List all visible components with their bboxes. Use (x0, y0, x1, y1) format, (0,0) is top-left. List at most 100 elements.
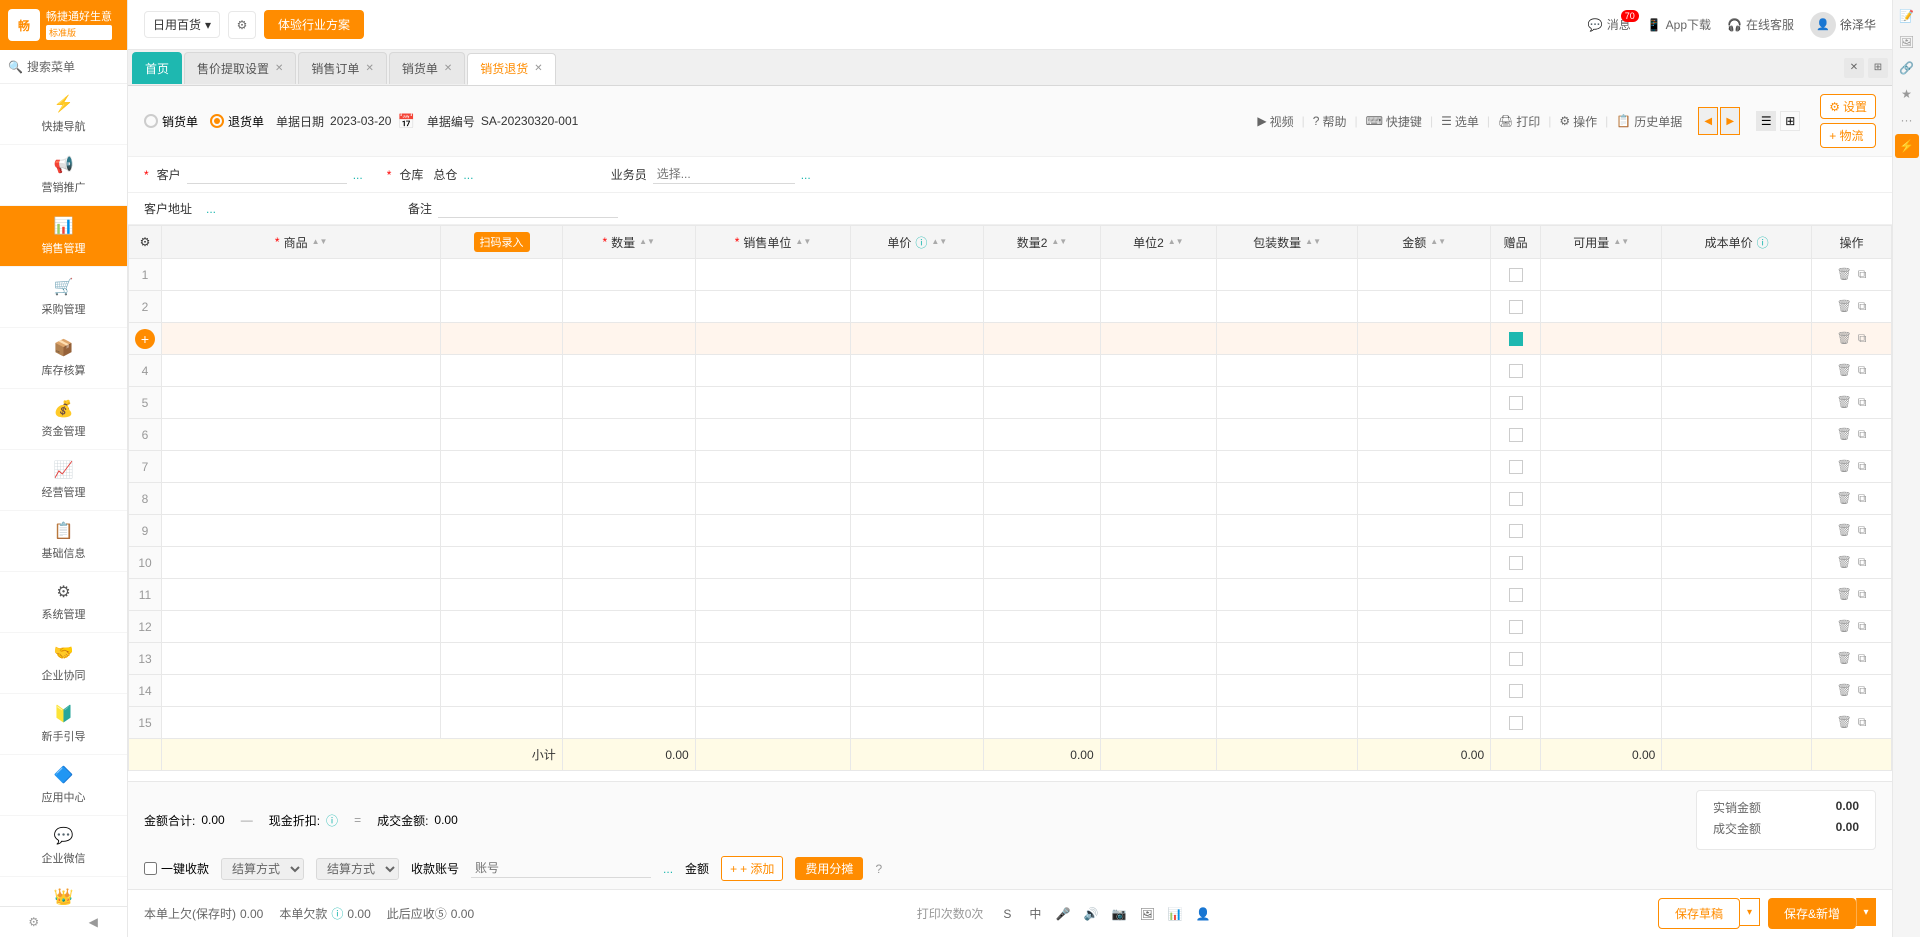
cell-avail-12[interactable] (1541, 611, 1662, 643)
view-list-btn[interactable]: ☰ (1756, 111, 1776, 131)
cost-info-icon[interactable]: ⓘ (1757, 234, 1769, 251)
cell-unit-11[interactable] (695, 579, 851, 611)
tool-voice-icon[interactable]: 🔊 (1079, 902, 1103, 926)
gift-checkbox-14[interactable] (1509, 684, 1523, 698)
pkg-sort-icon[interactable]: ▲▼ (1305, 239, 1321, 245)
cell-cost-4[interactable] (1662, 355, 1812, 387)
cell-price-15[interactable] (851, 707, 984, 739)
cell-product-11[interactable] (162, 579, 441, 611)
gift-checkbox-6[interactable] (1509, 428, 1523, 442)
product-input-${i}[interactable] (168, 332, 434, 346)
sidebar-collapse-btn[interactable]: ◀ (68, 915, 120, 929)
gift-checkbox-9[interactable] (1509, 524, 1523, 538)
cell-pkg-10[interactable] (1217, 547, 1358, 579)
copy-row-icon-13[interactable]: ⧉ (1858, 651, 1867, 666)
cell-qty2-6[interactable] (984, 419, 1100, 451)
cell-cost-10[interactable] (1662, 547, 1812, 579)
qty2-sort-icon[interactable]: ▲▼ (1051, 239, 1067, 245)
cell-qty2-8[interactable] (984, 483, 1100, 515)
cell-qty-8[interactable] (562, 483, 695, 515)
calendar-icon[interactable]: 📅 (397, 113, 414, 130)
cell-cost-6[interactable] (1662, 419, 1812, 451)
cell-pkg-1[interactable] (1217, 259, 1358, 291)
warehouse-dots[interactable]: ... (463, 168, 473, 182)
cell-gift-10[interactable] (1491, 547, 1541, 579)
gift-checkbox-3[interactable] (1509, 332, 1523, 346)
cell-pkg-2[interactable] (1217, 291, 1358, 323)
cell-qty-11[interactable] (562, 579, 695, 611)
close-all-tabs-btn[interactable]: ✕ (1844, 58, 1864, 78)
next-record-btn[interactable]: ▶ (1720, 107, 1740, 135)
view-grid-btn[interactable]: ⊞ (1780, 111, 1800, 131)
cell-price-2[interactable] (851, 291, 984, 323)
delete-row-icon-11[interactable]: 🗑 (1837, 587, 1852, 602)
cell-pkg-11[interactable] (1217, 579, 1358, 611)
user-menu[interactable]: 👤 徐泽华 (1810, 12, 1876, 38)
cell-unit-6[interactable] (695, 419, 851, 451)
sidebar-item-member[interactable]: 👑 畅会员 (0, 877, 127, 906)
cell-unit2-10[interactable] (1100, 547, 1216, 579)
cell-qty2-11[interactable] (984, 579, 1100, 611)
cell-avail-10[interactable] (1541, 547, 1662, 579)
gift-checkbox-7[interactable] (1509, 460, 1523, 474)
right-panel-star-icon[interactable]: ★ (1895, 82, 1919, 106)
cell-avail-5[interactable] (1541, 387, 1662, 419)
cell-product-6[interactable] (162, 419, 441, 451)
cell-gift-7[interactable] (1491, 451, 1541, 483)
cell-qty2-13[interactable] (984, 643, 1100, 675)
cell-gift-12[interactable] (1491, 611, 1541, 643)
cell-price-4[interactable] (851, 355, 984, 387)
cell-qty-10[interactable] (562, 547, 695, 579)
calc-method-select[interactable]: 结算方式 (316, 858, 399, 880)
cell-qty2-14[interactable] (984, 675, 1100, 707)
cell-amount-15[interactable] (1358, 707, 1491, 739)
cell-cost-2[interactable] (1662, 291, 1812, 323)
cell-qty2-3[interactable] (984, 323, 1100, 355)
tool-s-icon[interactable]: S (995, 902, 1019, 926)
cell-qty2-10[interactable] (984, 547, 1100, 579)
delete-row-icon-2[interactable]: 🗑 (1837, 299, 1852, 314)
cell-gift-3[interactable] (1491, 323, 1541, 355)
cell-qty-13[interactable] (562, 643, 695, 675)
cell-price-5[interactable] (851, 387, 984, 419)
cell-unit2-15[interactable] (1100, 707, 1216, 739)
sidebar-search[interactable]: 🔍 搜索菜单 (0, 50, 127, 84)
cell-unit2-13[interactable] (1100, 643, 1216, 675)
gift-checkbox-5[interactable] (1509, 396, 1523, 410)
gift-checkbox-12[interactable] (1509, 620, 1523, 634)
tab-sales-order[interactable]: 销售订单 ✕ (298, 52, 386, 84)
cell-price-10[interactable] (851, 547, 984, 579)
add-payment-btn[interactable]: + + 添加 (721, 856, 783, 881)
cell-qty2-5[interactable] (984, 387, 1100, 419)
cell-qty2-4[interactable] (984, 355, 1100, 387)
cell-amount-3[interactable] (1358, 323, 1491, 355)
sidebar-item-marketing[interactable]: 📢 营销推广 (0, 145, 127, 206)
table-settings-icon[interactable]: ⚙ (140, 235, 151, 249)
cell-amount-6[interactable] (1358, 419, 1491, 451)
tab-sales-return[interactable]: 销货退货 ✕ (467, 53, 555, 85)
cell-gift-4[interactable] (1491, 355, 1541, 387)
industry-select[interactable]: 日用百货 ▾ (144, 11, 220, 38)
gift-checkbox-11[interactable] (1509, 588, 1523, 602)
owe-total-icon[interactable]: ⓘ (331, 905, 343, 922)
copy-row-icon-5[interactable]: ⧉ (1858, 395, 1867, 410)
radio-return[interactable]: 退货单 (210, 113, 264, 130)
expand-tabs-btn[interactable]: ⊞ (1868, 58, 1888, 78)
delete-row-icon-1[interactable]: 🗑 (1837, 267, 1852, 282)
right-panel-link-icon[interactable]: 🔗 (1895, 56, 1919, 80)
gift-checkbox-8[interactable] (1509, 492, 1523, 506)
cell-unit2-14[interactable] (1100, 675, 1216, 707)
cell-product-13[interactable] (162, 643, 441, 675)
cell-cost-14[interactable] (1662, 675, 1812, 707)
copy-row-icon-11[interactable]: ⧉ (1858, 587, 1867, 602)
message-btn[interactable]: 💬 消息 70 (1588, 16, 1631, 33)
cell-amount-4[interactable] (1358, 355, 1491, 387)
amount-sort-icon[interactable]: ▲▼ (1430, 239, 1446, 245)
cell-cost-12[interactable] (1662, 611, 1812, 643)
avail-sort-icon[interactable]: ▲▼ (1613, 239, 1629, 245)
fee-split-btn[interactable]: 费用分摊 (795, 857, 863, 880)
gift-checkbox-10[interactable] (1509, 556, 1523, 570)
cell-cost-5[interactable] (1662, 387, 1812, 419)
cell-cost-8[interactable] (1662, 483, 1812, 515)
cell-qty2-2[interactable] (984, 291, 1100, 323)
